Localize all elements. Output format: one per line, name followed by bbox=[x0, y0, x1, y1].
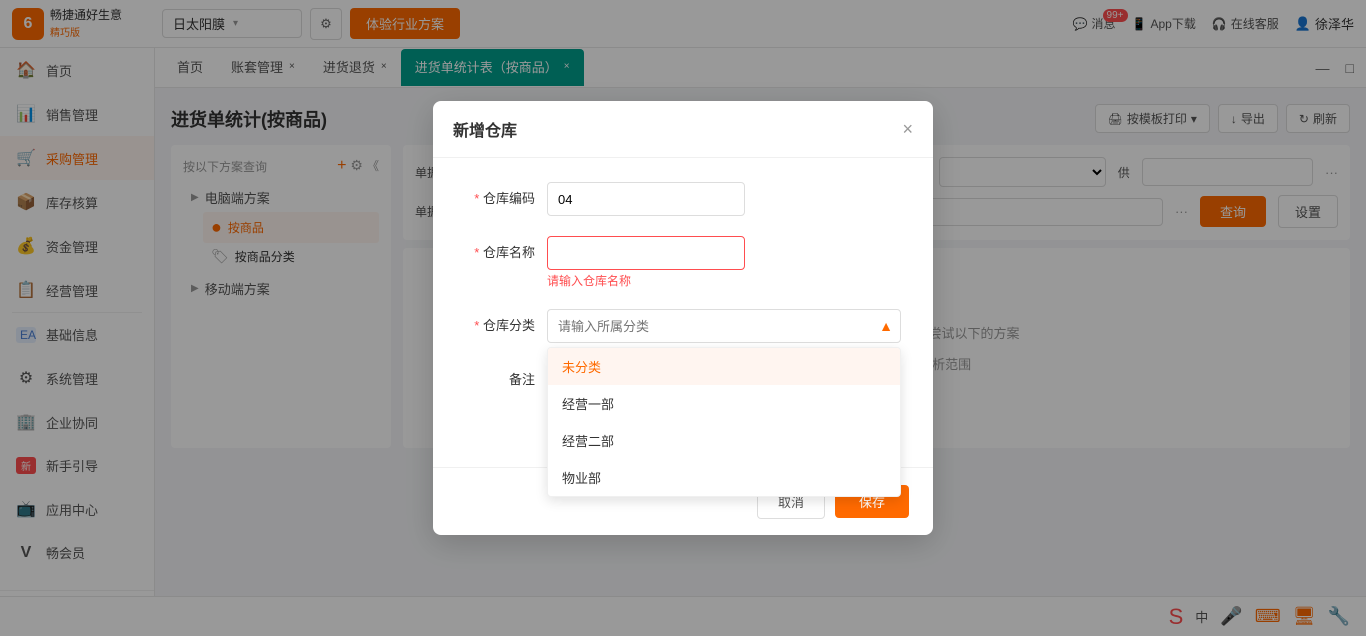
name-input[interactable] bbox=[547, 236, 745, 270]
category-label: * 仓库分类 bbox=[465, 309, 535, 334]
modal-title: 新增仓库 bbox=[453, 117, 517, 141]
warehouse-modal: 新增仓库 × * 仓库编码 * 仓库名称 bbox=[433, 101, 933, 535]
modal-overlay[interactable]: 新增仓库 × * 仓库编码 * 仓库名称 bbox=[0, 0, 1366, 636]
form-row-category: * 仓库分类 ▲ 未分类 经营一部 经营二部 物业部 bbox=[465, 309, 901, 343]
required-star-code: * bbox=[474, 191, 479, 206]
form-row-code: * 仓库编码 bbox=[465, 182, 901, 216]
required-star-category: * bbox=[474, 318, 479, 333]
dropdown-item-0[interactable]: 未分类 bbox=[548, 348, 900, 385]
category-input-wrap: ▲ 未分类 经营一部 经营二部 物业部 bbox=[547, 309, 901, 343]
category-dropdown: 未分类 经营一部 经营二部 物业部 bbox=[547, 347, 901, 497]
name-input-wrap: 请输入仓库名称 bbox=[547, 236, 901, 289]
category-toggle-icon[interactable]: ▲ bbox=[879, 318, 893, 334]
modal-body: * 仓库编码 * 仓库名称 请输入仓库名称 bbox=[433, 158, 933, 467]
name-label: * 仓库名称 bbox=[465, 236, 535, 261]
dropdown-item-3[interactable]: 物业部 bbox=[548, 459, 900, 496]
form-row-name: * 仓库名称 请输入仓库名称 bbox=[465, 236, 901, 289]
modal-header: 新增仓库 × bbox=[433, 101, 933, 158]
category-input[interactable] bbox=[547, 309, 901, 343]
required-star-name: * bbox=[474, 245, 479, 260]
code-input[interactable] bbox=[547, 182, 745, 216]
note-label: 备注 bbox=[465, 363, 535, 388]
code-label: * 仓库编码 bbox=[465, 182, 535, 207]
modal-close-button[interactable]: × bbox=[902, 119, 913, 140]
code-input-wrap bbox=[547, 182, 901, 216]
dropdown-item-1[interactable]: 经营一部 bbox=[548, 385, 900, 422]
name-error-msg: 请输入仓库名称 bbox=[547, 272, 901, 289]
dropdown-item-2[interactable]: 经营二部 bbox=[548, 422, 900, 459]
